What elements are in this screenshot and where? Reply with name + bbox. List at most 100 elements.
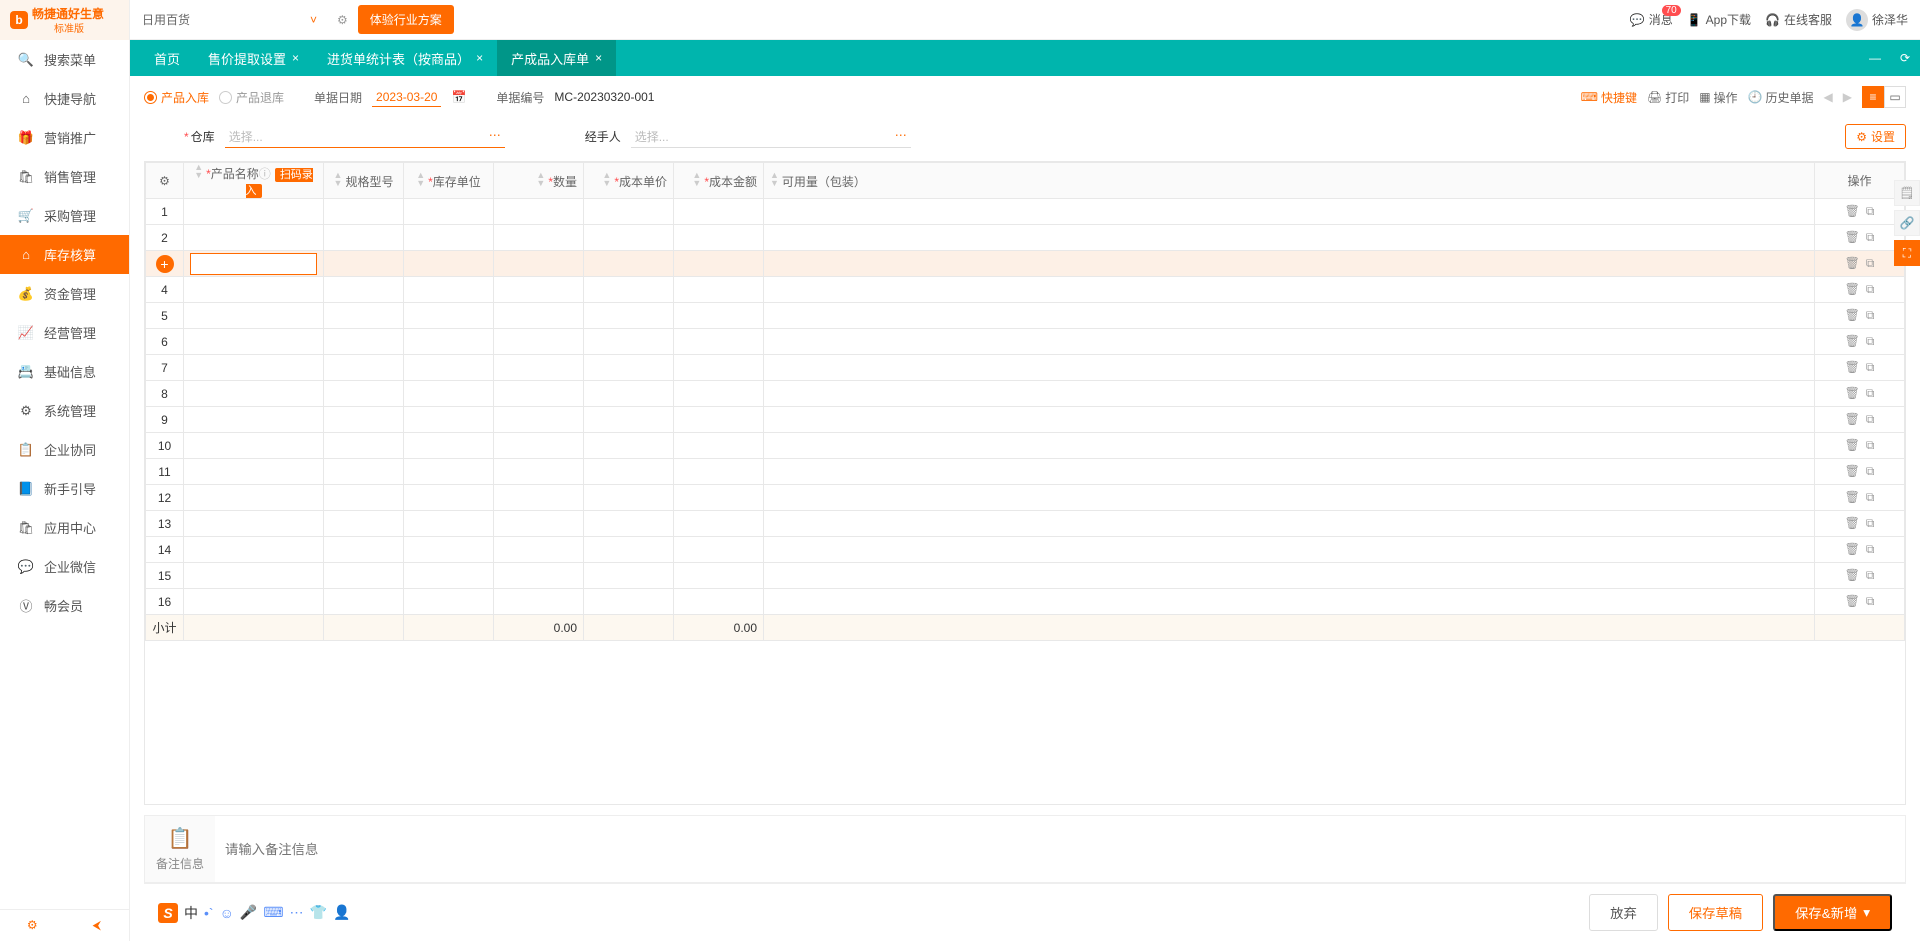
delete-row-icon[interactable]: 🗑 xyxy=(1845,386,1860,400)
add-row-button[interactable]: + xyxy=(156,255,174,273)
delete-row-icon[interactable]: 🗑 xyxy=(1845,594,1860,608)
sidebar-item-4[interactable]: 🛒采购管理 xyxy=(0,196,129,235)
ime-user-icon[interactable]: 👤 xyxy=(333,904,350,921)
delete-row-icon[interactable]: 🗑 xyxy=(1845,360,1860,374)
copy-row-icon[interactable]: ⧉ xyxy=(1866,542,1875,556)
form-settings-button[interactable]: ⚙ 设置 xyxy=(1845,124,1906,149)
copy-row-icon[interactable]: ⧉ xyxy=(1866,230,1875,244)
copy-row-icon[interactable]: ⧉ xyxy=(1866,412,1875,426)
table-row[interactable]: 10🗑⧉ xyxy=(146,433,1905,459)
sidebar-item-9[interactable]: ⚙系统管理 xyxy=(0,391,129,430)
copy-row-icon[interactable]: ⧉ xyxy=(1866,464,1875,478)
sidebar-item-10[interactable]: 📋企业协同 xyxy=(0,430,129,469)
table-row[interactable]: 7🗑⧉ xyxy=(146,355,1905,381)
delete-row-icon[interactable]: 🗑 xyxy=(1845,516,1860,530)
sidebar-item-7[interactable]: 📈经营管理 xyxy=(0,313,129,352)
ime-keyboard-icon[interactable]: ⌨ xyxy=(263,904,283,921)
save-draft-button[interactable]: 保存草稿 xyxy=(1668,894,1763,931)
delete-row-icon[interactable]: 🗑 xyxy=(1845,334,1860,348)
table-row[interactable]: + 🗑 ⧉ xyxy=(146,251,1905,277)
sidebar-item-2[interactable]: 🎁营销推广 xyxy=(0,118,129,157)
ime-shirt-icon[interactable]: 👕 xyxy=(310,904,327,921)
table-row[interactable]: 9🗑⧉ xyxy=(146,407,1905,433)
messages-button[interactable]: 💬 消息 70 xyxy=(1630,11,1673,28)
copy-row-icon[interactable]: ⧉ xyxy=(1866,490,1875,504)
copy-row-icon[interactable]: ⧉ xyxy=(1866,516,1875,530)
delete-row-icon[interactable]: 🗑 xyxy=(1845,230,1860,244)
copy-row-icon[interactable]: ⧉ xyxy=(1866,438,1875,452)
sidebar-item-0[interactable]: 🔍搜索菜单 xyxy=(0,40,129,79)
delete-row-icon[interactable]: 🗑 xyxy=(1845,438,1860,452)
rail-note-button[interactable]: 🗒 xyxy=(1894,180,1920,206)
gear-icon[interactable]: ⚙ xyxy=(337,13,348,27)
sidebar-collapse-icon[interactable]: ⮜ xyxy=(65,910,130,941)
delete-row-icon[interactable]: 🗑 xyxy=(1845,568,1860,582)
tab-close-icon[interactable]: × xyxy=(292,51,299,65)
sidebar-item-12[interactable]: 🛍应用中心 xyxy=(0,508,129,547)
sidebar-settings-icon[interactable]: ⚙ xyxy=(0,910,65,941)
table-row[interactable]: 12🗑⧉ xyxy=(146,485,1905,511)
ime-dot-icon[interactable]: •` xyxy=(204,905,214,921)
copy-row-icon[interactable]: ⧉ xyxy=(1866,308,1875,322)
col-unit[interactable]: ▲▼*库存单位 xyxy=(404,163,494,199)
sidebar-item-13[interactable]: 💬企业微信 xyxy=(0,547,129,586)
doc-date-field[interactable]: 2023-03-20 xyxy=(372,88,441,107)
rail-link-button[interactable]: 🔗 xyxy=(1894,210,1920,236)
remarks-input[interactable] xyxy=(215,816,1905,882)
col-available[interactable]: ▲▼可用量（包装） xyxy=(764,163,1815,199)
view-list-button[interactable]: ≡ xyxy=(1862,86,1884,108)
table-row[interactable]: 2🗑⧉ xyxy=(146,225,1905,251)
table-row[interactable]: 5🗑⧉ xyxy=(146,303,1905,329)
delete-row-icon[interactable]: 🗑 xyxy=(1845,204,1860,218)
handler-select[interactable]: 选择... ⋯ xyxy=(631,126,911,148)
print-button[interactable]: 🖨打印 xyxy=(1647,89,1689,106)
sidebar-item-1[interactable]: ⌂快捷导航 xyxy=(0,79,129,118)
table-row[interactable]: 16🗑⧉ xyxy=(146,589,1905,615)
prev-doc-button[interactable]: ◀ xyxy=(1824,90,1833,104)
copy-row-icon[interactable]: ⧉ xyxy=(1866,204,1875,218)
user-menu[interactable]: 👤 徐泽华 xyxy=(1846,9,1908,31)
col-config[interactable]: ⚙ xyxy=(146,163,184,199)
online-service-button[interactable]: 🎧 在线客服 xyxy=(1765,11,1832,28)
copy-row-icon[interactable]: ⧉ xyxy=(1866,568,1875,582)
copy-row-icon[interactable]: ⧉ xyxy=(1866,282,1875,296)
tab-2[interactable]: 进货单统计表（按商品）× xyxy=(313,40,497,76)
delete-row-icon[interactable]: 🗑 xyxy=(1845,256,1860,270)
sidebar-item-8[interactable]: 📇基础信息 xyxy=(0,352,129,391)
col-qty[interactable]: ▲▼*数量 xyxy=(494,163,584,199)
app-download-button[interactable]: 📱 App下载 xyxy=(1687,11,1751,28)
radio-product-in[interactable]: 产品入库 xyxy=(144,89,209,106)
table-row[interactable]: 1🗑⧉ xyxy=(146,199,1905,225)
copy-row-icon[interactable]: ⧉ xyxy=(1866,256,1875,270)
ime-mic-icon[interactable]: 🎤 xyxy=(240,904,257,921)
sidebar-item-14[interactable]: Ⓥ畅会员 xyxy=(0,586,129,625)
delete-row-icon[interactable]: 🗑 xyxy=(1845,308,1860,322)
rail-expand-button[interactable]: ⛶ xyxy=(1894,240,1920,266)
table-row[interactable]: 15🗑⧉ xyxy=(146,563,1905,589)
tab-1[interactable]: 售价提取设置× xyxy=(194,40,313,76)
copy-row-icon[interactable]: ⧉ xyxy=(1866,360,1875,374)
discard-button[interactable]: 放弃 xyxy=(1589,894,1658,931)
next-doc-button[interactable]: ▶ xyxy=(1843,90,1852,104)
delete-row-icon[interactable]: 🗑 xyxy=(1845,412,1860,426)
tab-refresh-button[interactable]: ⟳ xyxy=(1890,40,1920,76)
industry-selector[interactable]: 日用百货 ˅ xyxy=(142,11,327,28)
table-row[interactable]: 13🗑⧉ xyxy=(146,511,1905,537)
ime-smile-icon[interactable]: ☺ xyxy=(220,905,234,921)
operate-button[interactable]: ▦操作 xyxy=(1699,89,1737,106)
sidebar-item-3[interactable]: 🛍销售管理 xyxy=(0,157,129,196)
history-button[interactable]: 🕘历史单据 xyxy=(1748,89,1814,106)
copy-row-icon[interactable]: ⧉ xyxy=(1866,386,1875,400)
copy-row-icon[interactable]: ⧉ xyxy=(1866,334,1875,348)
tab-close-icon[interactable]: × xyxy=(476,51,483,65)
sidebar-item-6[interactable]: 💰资金管理 xyxy=(0,274,129,313)
tab-3[interactable]: 产成品入库单× xyxy=(497,40,616,76)
delete-row-icon[interactable]: 🗑 xyxy=(1845,464,1860,478)
delete-row-icon[interactable]: 🗑 xyxy=(1845,490,1860,504)
table-row[interactable]: 4🗑⧉ xyxy=(146,277,1905,303)
warehouse-select[interactable]: 选择... ⋯ xyxy=(225,126,505,148)
radio-product-out[interactable]: 产品退库 xyxy=(219,89,284,106)
delete-row-icon[interactable]: 🗑 xyxy=(1845,542,1860,556)
ime-dots-icon[interactable]: ⋯ xyxy=(290,904,304,921)
ime-sogou-icon[interactable]: S xyxy=(158,903,178,923)
